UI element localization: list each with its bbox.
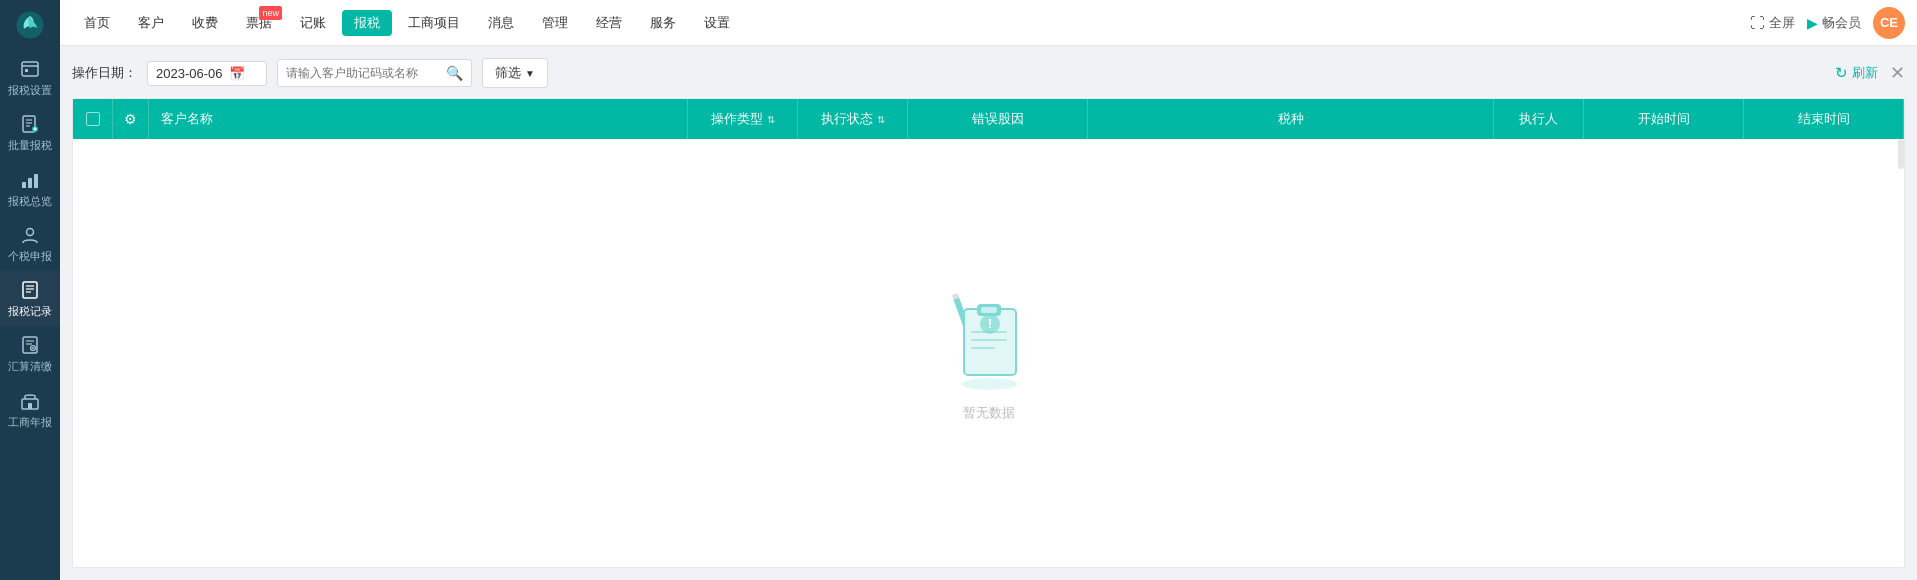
th-checkbox[interactable] [73,99,113,139]
member-btn[interactable]: ▶ 畅会员 [1807,14,1861,32]
th-tax-type: 税种 [1088,99,1494,139]
sidebar-item-gongshang-nianbao[interactable]: 工商年报 [0,382,60,437]
avatar[interactable]: CE [1873,7,1905,39]
nav-item-baoshui[interactable]: 报税 [342,10,392,36]
sidebar-item-piliang-baoshui[interactable]: 批量报税 [0,105,60,160]
baoshui-jilu-icon [19,279,41,301]
svg-text:!: ! [987,316,991,331]
member-label: 畅会员 [1822,14,1861,32]
table-header: ⚙ 客户名称 操作类型 ⇅ 执行状态 ⇅ 错误股因 [73,99,1904,139]
nav-item-piaoju[interactable]: 票据 new [234,10,284,36]
content-area: 操作日期： 2023-06-06 📅 🔍 筛选 ▼ ↻ 刷新 [60,46,1917,580]
table-container: ⚙ 客户名称 操作类型 ⇅ 执行状态 ⇅ 错误股因 [72,98,1905,568]
main-area: 首页 客户 收费 票据 new 记账 报税 工商项目 消息 管理 经营 服务 设… [60,0,1917,580]
nav-item-jizhang[interactable]: 记账 [288,10,338,36]
new-badge: new [259,6,282,20]
svg-rect-3 [25,69,28,72]
refresh-button[interactable]: ↻ 刷新 [1835,64,1878,82]
sidebar-item-huisuan-jiaona[interactable]: 汇算清缴 [0,326,60,381]
empty-text: 暂无数据 [963,404,1015,422]
baoshui-zonglang-icon [19,169,41,191]
nav-right: ⛶ 全屏 ▶ 畅会员 CE [1750,7,1905,39]
svg-rect-11 [22,182,26,188]
svg-point-27 [961,378,1017,390]
th-gear[interactable]: ⚙ [113,99,149,139]
calendar-icon: 📅 [229,66,245,81]
sidebar-label-baoshui-jilu: 报税记录 [8,304,52,318]
nav-items: 首页 客户 收费 票据 new 记账 报税 工商项目 消息 管理 经营 服务 设… [72,10,1750,36]
empty-state: ! 暂无数据 [924,264,1054,442]
chevron-down-icon: ▼ [525,68,535,79]
th-status[interactable]: 执行状态 ⇅ [798,99,908,139]
sidebar-label-baoshui-shezhi: 报税设置 [8,83,52,97]
svg-rect-15 [23,282,37,298]
nav-item-customer[interactable]: 客户 [126,10,176,36]
nav-item-xiaoxi[interactable]: 消息 [476,10,526,36]
nav-item-gongshang[interactable]: 工商项目 [396,10,472,36]
geshui-shenbao-icon [19,224,41,246]
svg-rect-26 [28,403,32,409]
table-body: ! 暂无数据 [73,139,1904,567]
th-start-time: 开始时间 [1584,99,1744,139]
toolbar-right: ↻ 刷新 ✕ [1835,64,1905,82]
svg-rect-12 [28,178,32,188]
scroll-bar[interactable] [1898,139,1904,169]
sidebar-item-baoshui-jilu[interactable]: 报税记录 [0,271,60,326]
fullscreen-label: 全屏 [1769,14,1795,32]
toolbar: 操作日期： 2023-06-06 📅 🔍 筛选 ▼ ↻ 刷新 [72,58,1905,88]
svg-rect-19 [23,337,37,353]
search-input[interactable] [278,61,438,85]
sidebar: 报税设置 批量报税 报税总览 [0,0,60,580]
svg-rect-13 [34,174,38,188]
search-button[interactable]: 🔍 [438,60,471,86]
filter-button[interactable]: 筛选 ▼ [482,58,548,88]
sidebar-label-baoshui-zonglang: 报税总览 [8,194,52,208]
sidebar-label-piliang-baoshui: 批量报税 [8,138,52,152]
th-name: 客户名称 [149,99,688,139]
nav-item-shezhi[interactable]: 设置 [692,10,742,36]
member-icon: ▶ [1807,15,1818,31]
gear-icon: ⚙ [124,111,137,127]
top-nav: 首页 客户 收费 票据 new 记账 报税 工商项目 消息 管理 经营 服务 设… [60,0,1917,46]
date-input[interactable]: 2023-06-06 📅 [147,61,267,86]
svg-rect-1 [22,62,38,76]
date-label: 操作日期： [72,64,137,82]
nav-item-home[interactable]: 首页 [72,10,122,36]
date-value: 2023-06-06 [156,66,223,81]
huisuan-jiaona-icon [19,334,41,356]
refresh-icon: ↻ [1835,64,1848,82]
nav-item-guanli[interactable]: 管理 [530,10,580,36]
sidebar-label-gongshang-nianbao: 工商年报 [8,415,52,429]
nav-item-shoufei[interactable]: 收费 [180,10,230,36]
th-error: 错误股因 [908,99,1088,139]
filter-label: 筛选 [495,64,521,82]
svg-rect-33 [981,307,997,313]
th-executor: 执行人 [1494,99,1584,139]
refresh-label: 刷新 [1852,64,1878,82]
baoshui-shezhi-icon [19,58,41,80]
fullscreen-icon: ⛶ [1750,14,1765,31]
nav-item-jingying[interactable]: 经营 [584,10,634,36]
close-button[interactable]: ✕ [1890,64,1905,82]
header-checkbox[interactable] [86,112,100,126]
sort-icon-status: ⇅ [877,114,885,125]
nav-item-fuwu[interactable]: 服务 [638,10,688,36]
sidebar-item-baoshui-zonglang[interactable]: 报税总览 [0,161,60,216]
th-end-time: 结束时间 [1744,99,1904,139]
search-box: 🔍 [277,59,472,87]
fullscreen-btn[interactable]: ⛶ 全屏 [1750,14,1795,32]
app-logo [0,0,60,50]
sort-icon-op: ⇅ [767,114,775,125]
sidebar-label-geshui-shenbao: 个税申报 [8,249,52,263]
sidebar-item-geshui-shenbao[interactable]: 个税申报 [0,216,60,271]
gongshang-nianbao-icon [19,390,41,412]
content-main: 操作日期： 2023-06-06 📅 🔍 筛选 ▼ ↻ 刷新 [60,46,1917,580]
sidebar-label-huisuan-jiaona: 汇算清缴 [8,359,52,373]
th-op-type[interactable]: 操作类型 ⇅ [688,99,798,139]
piliang-baoshui-icon [19,113,41,135]
svg-point-14 [27,228,34,235]
empty-illustration: ! [944,284,1034,394]
sidebar-item-baoshui-shezhi[interactable]: 报税设置 [0,50,60,105]
